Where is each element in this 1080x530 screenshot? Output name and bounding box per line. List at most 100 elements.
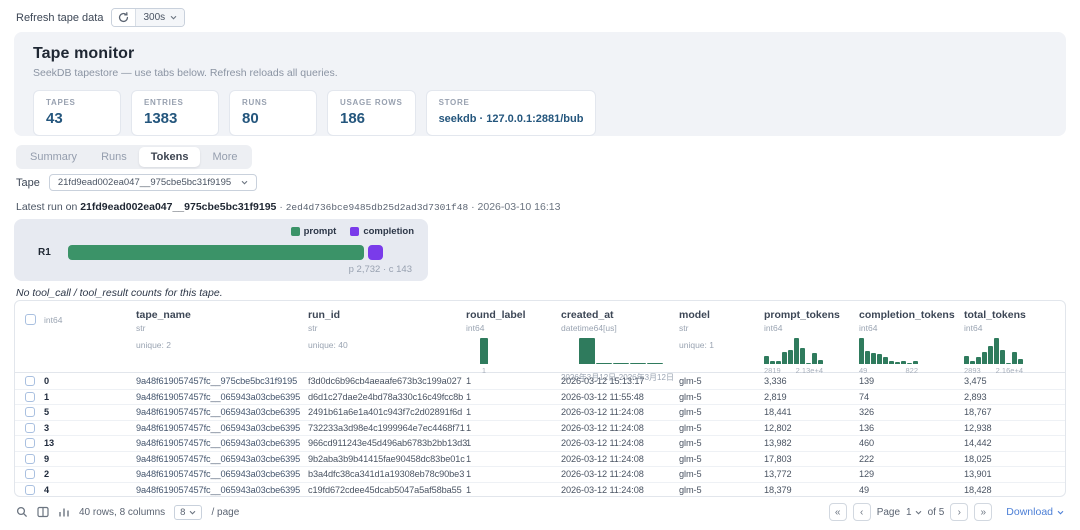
row-column-summary: 40 rows, 8 columns <box>79 507 165 518</box>
histogram-bar <box>964 356 969 364</box>
row-checkbox[interactable] <box>25 438 35 448</box>
row-select-cell: 9 <box>25 454 136 464</box>
cell-run-id: d6d1c27dae2e4bd78a330c16c49fcc8b <box>308 392 466 402</box>
table-footer: 40 rows, 8 columns 8 / page « ‹ Page 1 o… <box>0 499 1080 525</box>
row-select-cell: 13 <box>25 438 136 448</box>
download-button[interactable]: Download <box>1006 506 1064 518</box>
histogram-bars <box>859 338 918 364</box>
completion-swatch-icon <box>350 227 359 236</box>
cell-round-label: 1 <box>466 407 561 417</box>
stat-card-entries: ENTRIES1383 <box>131 90 219 136</box>
stat-label: STORE <box>439 98 584 107</box>
cell-total-tokens: 18,428 <box>964 485 1055 495</box>
cell-completion-tokens: 74 <box>859 392 964 402</box>
histogram-max-label: 2.16e+4 <box>996 366 1023 375</box>
prompt-token-bar[interactable] <box>68 245 364 260</box>
header-panel: Tape monitor SeekDB tapestore — use tabs… <box>14 32 1066 136</box>
table-row: 39a48f619057457fc__065943a03cbe639573223… <box>15 420 1065 436</box>
cell-created-at: 2026-03-12 11:55:48 <box>561 392 679 402</box>
latest-run-timestamp: 2026-03-10 16:13 <box>478 201 561 213</box>
histogram-min-label: 2893 <box>964 366 981 375</box>
cell-round-label: 1 <box>466 454 561 464</box>
column-header-tape_name: tape_namestrunique: 2 <box>136 309 308 383</box>
histogram-bar <box>889 361 894 364</box>
column-unique-count: unique: 2 <box>136 340 308 350</box>
cell-completion-tokens: 326 <box>859 407 964 417</box>
row-checkbox[interactable] <box>25 407 35 417</box>
chevron-down-icon <box>189 510 196 515</box>
cell-tape-name: 9a48f619057457fc__065943a03cbe6395 <box>136 407 308 417</box>
cell-total-tokens: 13,901 <box>964 469 1055 479</box>
row-checkbox[interactable] <box>25 376 35 386</box>
histogram-bars <box>480 338 488 364</box>
first-page-button[interactable]: « <box>829 503 847 521</box>
histogram-max-label: 2.13e+4 <box>796 366 823 375</box>
column-header-total_tokens: total_tokensint6428932.16e+4 <box>964 309 1055 383</box>
column-type: int64 <box>764 323 859 333</box>
next-page-button[interactable]: › <box>950 503 968 521</box>
column-histogram: 49822 <box>859 338 918 375</box>
histogram-bar <box>1006 363 1011 364</box>
row-checkbox[interactable] <box>25 392 35 402</box>
tab-tokens[interactable]: Tokens <box>139 147 201 167</box>
column-type: int64 <box>466 323 561 333</box>
histogram-min-label: 2819 <box>764 366 781 375</box>
histogram-bar <box>970 361 975 364</box>
cell-run-id: c19fd672cdee45dcab5047a5af58ba55 <box>308 485 466 495</box>
chart-view-button[interactable] <box>58 506 70 518</box>
tab-more[interactable]: More <box>200 147 249 167</box>
legend-item-prompt: prompt <box>291 226 337 237</box>
latest-run-hash: 2ed4d736bce9485db25d2ad3d7301f48 <box>286 202 468 213</box>
cell-tape-name: 9a48f619057457fc__975cbe5bc31f9195 <box>136 376 308 386</box>
cell-prompt-tokens: 18,441 <box>764 407 859 417</box>
cell-tape-name: 9a48f619057457fc__065943a03cbe6395 <box>136 469 308 479</box>
chevron-down-icon <box>915 510 922 515</box>
bar-chart-icon <box>58 506 70 518</box>
row-checkbox[interactable] <box>25 423 35 433</box>
histogram-bar <box>883 357 888 364</box>
column-header-prompt_tokens: prompt_tokensint6428192.13e+4 <box>764 309 859 383</box>
refresh-button[interactable] <box>112 9 136 26</box>
last-page-button[interactable]: » <box>974 503 992 521</box>
select-all-checkbox[interactable] <box>25 314 36 325</box>
cell-prompt-tokens: 13,982 <box>764 438 859 448</box>
page-subtitle: SeekDB tapestore — use tabs below. Refre… <box>33 67 1047 79</box>
cell-run-id: b3a4dfc38ca341d1a19308eb78c90be3 <box>308 469 466 479</box>
cell-model: glm-5 <box>679 438 764 448</box>
row-checkbox[interactable] <box>25 454 35 464</box>
cell-index: 2 <box>44 469 49 479</box>
run-bar-row: R1 <box>38 245 383 260</box>
table-row: 99a48f619057457fc__065943a03cbe63959b2ab… <box>15 451 1065 467</box>
histogram-bar <box>818 360 823 364</box>
column-histogram: 1 <box>480 338 488 375</box>
chevron-down-icon <box>170 15 177 20</box>
prev-page-button[interactable]: ‹ <box>853 503 871 521</box>
cell-completion-tokens: 139 <box>859 376 964 386</box>
refresh-interval-select[interactable]: 300s <box>136 9 184 26</box>
column-name: round_label <box>466 309 561 321</box>
page-size-select[interactable]: 8 <box>174 505 202 520</box>
histogram-bar <box>994 338 999 364</box>
cell-run-id: 9b2aba3b9b41415fae90458dc83be01c <box>308 454 466 464</box>
histogram-min-label: 49 <box>859 366 867 375</box>
cell-total-tokens: 12,938 <box>964 423 1055 433</box>
histogram-bar <box>647 363 663 364</box>
column-histogram: 2819 2.13e+4 <box>764 338 823 375</box>
page-select[interactable]: 1 <box>906 507 922 518</box>
row-checkbox[interactable] <box>25 469 35 479</box>
column-type: int64 <box>964 323 1055 333</box>
tab-summary[interactable]: Summary <box>18 147 89 167</box>
tab-runs[interactable]: Runs <box>89 147 139 167</box>
table-row: 2 9a48f619057457fc__065943a03cbe6395b3a4d… <box>15 466 1065 482</box>
tape-select[interactable]: 21fd9ead002ea047__975cbe5bc31f9195 <box>49 174 257 191</box>
columns-icon <box>37 506 49 518</box>
column-name: completion_tokens <box>859 309 964 321</box>
tab-bar: SummaryRunsTokensMore <box>16 145 252 169</box>
column-histogram <box>579 338 663 364</box>
page-title: Tape monitor <box>33 45 1047 63</box>
columns-panel-button[interactable] <box>37 506 49 518</box>
completion-token-bar[interactable] <box>368 245 383 260</box>
cell-total-tokens: 3,475 <box>964 376 1055 386</box>
search-button[interactable] <box>16 506 28 518</box>
row-checkbox[interactable] <box>25 485 35 495</box>
